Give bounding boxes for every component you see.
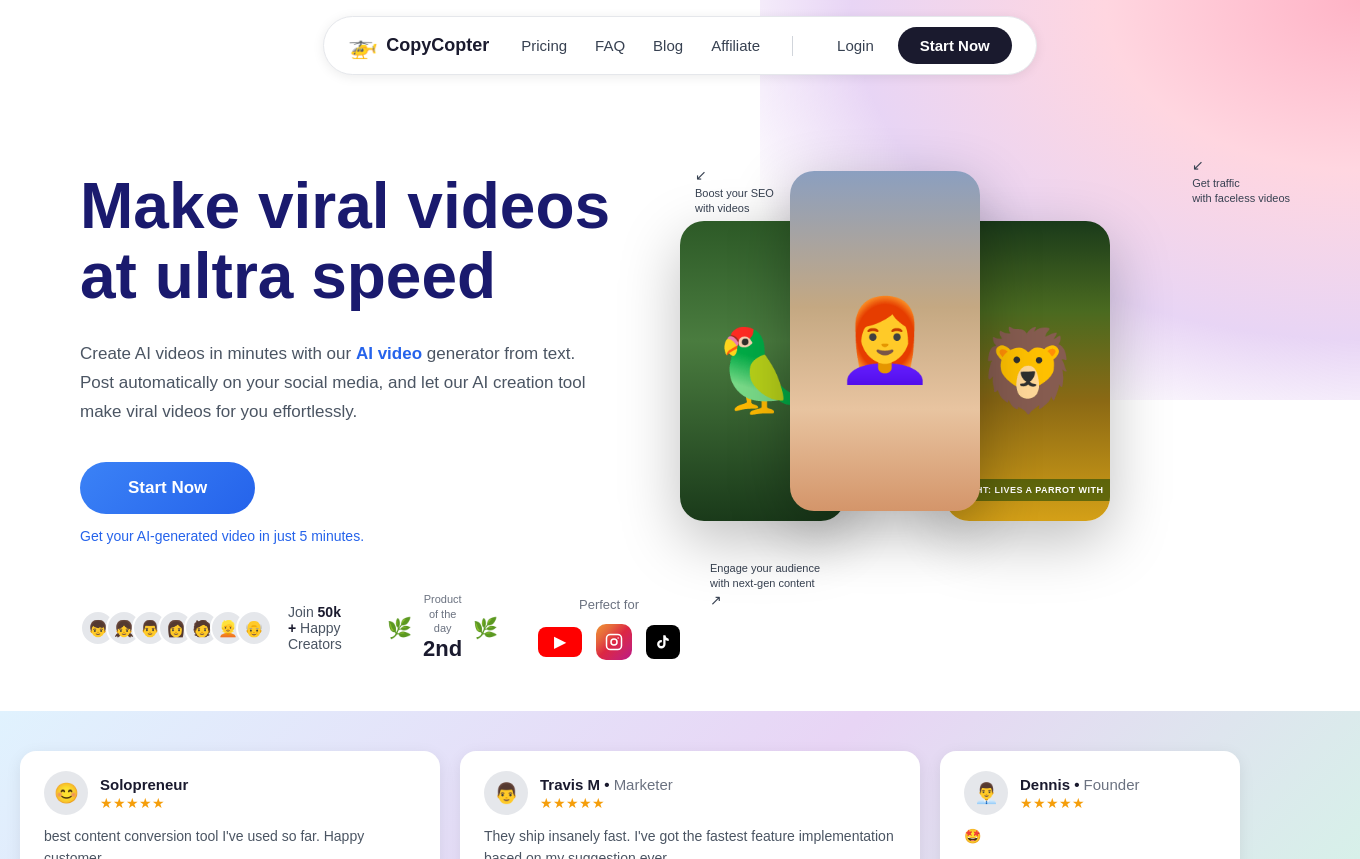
svg-point-2 bbox=[617, 637, 619, 639]
svg-point-1 bbox=[611, 639, 617, 645]
review-header-1: 😊 Solopreneur ★★★★★ bbox=[44, 771, 416, 815]
nav-faq[interactable]: FAQ bbox=[595, 37, 625, 54]
tiktok-icon[interactable] bbox=[646, 625, 680, 659]
reviewer-avatar-3: 👨‍💼 bbox=[964, 771, 1008, 815]
reviewer-name-1: Solopreneur bbox=[100, 776, 188, 793]
perfect-for: Perfect for ▶ bbox=[538, 597, 680, 660]
hero-description: Create AI videos in minutes with our AI … bbox=[80, 340, 600, 427]
review-card-2: 👨 Travis M • Marketer ★★★★★ They ship in… bbox=[460, 751, 920, 859]
hero-phones: ↙ Boost your SEO with videos ↙ Get traff… bbox=[680, 151, 1280, 671]
annotation-seo: ↙ Boost your SEO with videos bbox=[695, 166, 774, 216]
review-card-3: 👨‍💼 Dennis • Founder ★★★★★ 🤩 bbox=[940, 751, 1240, 859]
nav-links: Pricing FAQ Blog Affiliate bbox=[521, 37, 760, 54]
hero-subtext[interactable]: Get your AI-generated video in just 5 mi… bbox=[80, 528, 680, 544]
product-day-text: Product of the day 2nd bbox=[420, 592, 465, 663]
hero-section: Make viral videos at ultra speed Create … bbox=[0, 91, 1360, 711]
social-icons: ▶ bbox=[538, 624, 680, 660]
nav-actions: Login Start Now bbox=[825, 27, 1012, 64]
nav-affiliate[interactable]: Affiliate bbox=[711, 37, 760, 54]
logo-link[interactable]: 🚁 CopyCopter bbox=[348, 32, 489, 60]
start-now-hero-button[interactable]: Start Now bbox=[80, 462, 255, 514]
happy-creators: 👦 👧 👨 👩 🧑 👱 👴 Join 50k + Happy Creators bbox=[80, 604, 347, 652]
review-stars-2: ★★★★★ bbox=[540, 795, 673, 811]
social-proof: 👦 👧 👨 👩 🧑 👱 👴 Join 50k + Happy Creators … bbox=[80, 592, 680, 663]
reviewer-name-2: Travis M • Marketer bbox=[540, 776, 673, 793]
avatars-group: 👦 👧 👨 👩 🧑 👱 👴 bbox=[80, 610, 272, 646]
logo-icon: 🚁 bbox=[348, 32, 378, 60]
reviewer-avatar-2: 👨 bbox=[484, 771, 528, 815]
navbar: 🚁 CopyCopter Pricing FAQ Blog Affiliate … bbox=[0, 0, 1360, 91]
laurel-right-icon: 🌿 bbox=[473, 616, 498, 640]
avatar-7: 👴 bbox=[236, 610, 272, 646]
review-text-1: best content conversion tool I've used s… bbox=[44, 825, 416, 859]
review-card-1: 😊 Solopreneur ★★★★★ best content convers… bbox=[20, 751, 440, 859]
brand-name: CopyCopter bbox=[386, 35, 489, 56]
reviews-row-1: 😊 Solopreneur ★★★★★ best content convers… bbox=[0, 751, 1360, 859]
nav-divider bbox=[792, 36, 793, 56]
hero-left: Make viral videos at ultra speed Create … bbox=[80, 151, 680, 664]
review-text-3: 🤩 bbox=[964, 825, 1216, 847]
review-header-3: 👨‍💼 Dennis • Founder ★★★★★ bbox=[964, 771, 1216, 815]
reviews-section: 😊 Solopreneur ★★★★★ best content convers… bbox=[0, 711, 1360, 859]
annotation-traffic: ↙ Get traffic with faceless videos bbox=[1192, 156, 1290, 206]
review-text-2: They ship insanely fast. I've got the fa… bbox=[484, 825, 896, 859]
youtube-icon[interactable]: ▶ bbox=[538, 627, 582, 657]
perfect-for-label: Perfect for bbox=[579, 597, 639, 612]
reviewer-name-3: Dennis • Founder bbox=[1020, 776, 1139, 793]
svg-rect-0 bbox=[607, 634, 622, 649]
laurel-left-icon: 🌿 bbox=[387, 616, 412, 640]
review-header-2: 👨 Travis M • Marketer ★★★★★ bbox=[484, 771, 896, 815]
join-text: Join 50k + Happy Creators bbox=[288, 604, 347, 652]
nav-container: 🚁 CopyCopter Pricing FAQ Blog Affiliate … bbox=[323, 16, 1037, 75]
review-stars-1: ★★★★★ bbox=[100, 795, 188, 811]
start-now-nav-button[interactable]: Start Now bbox=[898, 27, 1012, 64]
instagram-icon[interactable] bbox=[596, 624, 632, 660]
phone-girl: 👩‍🦰 bbox=[790, 171, 980, 511]
product-of-day: 🌿 Product of the day 2nd 🌿 bbox=[387, 592, 498, 663]
annotation-engage: Engage your audience with next-gen conte… bbox=[710, 561, 820, 611]
nav-pricing[interactable]: Pricing bbox=[521, 37, 567, 54]
review-stars-3: ★★★★★ bbox=[1020, 795, 1139, 811]
hero-title: Make viral videos at ultra speed bbox=[80, 171, 680, 312]
login-button[interactable]: Login bbox=[825, 31, 886, 60]
nav-blog[interactable]: Blog bbox=[653, 37, 683, 54]
reviewer-avatar-1: 😊 bbox=[44, 771, 88, 815]
